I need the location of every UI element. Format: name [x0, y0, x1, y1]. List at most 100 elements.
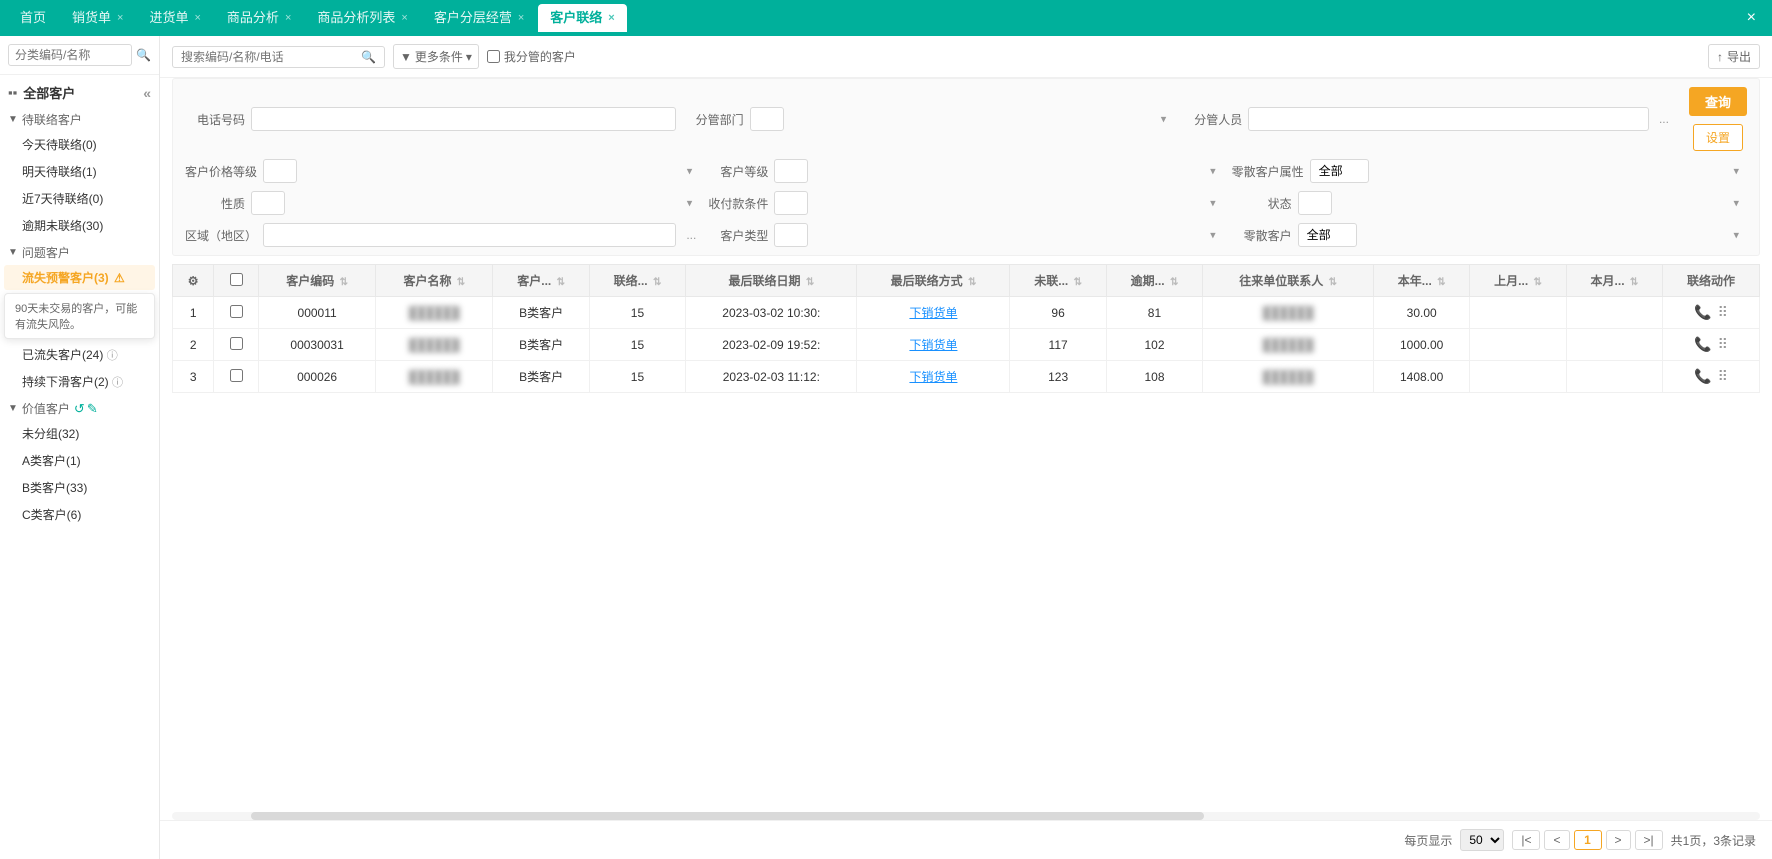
settings-button[interactable]: 设置: [1693, 124, 1743, 151]
scrollbar-thumb[interactable]: [251, 812, 1204, 820]
sidebar-item-churned[interactable]: 已流失客户(24) ⓘ: [4, 342, 155, 367]
region-more-icon[interactable]: ...: [682, 228, 700, 242]
edit-value-icon[interactable]: ✎: [87, 401, 98, 417]
close-customer-contact[interactable]: ×: [608, 4, 614, 32]
dept-select[interactable]: [750, 107, 784, 131]
my-customers-checkbox[interactable]: [487, 50, 500, 63]
more-conditions-btn[interactable]: ▼ 更多条件 ▾: [393, 44, 479, 69]
col-overdue[interactable]: 逾期... ⇅: [1106, 265, 1202, 297]
col-contact-count[interactable]: 联络... ⇅: [589, 265, 685, 297]
sidebar-search-icon[interactable]: 🔍: [136, 48, 151, 62]
phone-input[interactable]: [251, 107, 676, 131]
sidebar-item-today[interactable]: 今天待联络(0): [4, 132, 155, 157]
customer-type-select[interactable]: [774, 223, 808, 247]
col-code[interactable]: 客户编码 ⇅: [258, 265, 375, 297]
sort-contact-person-icon: ⇅: [1329, 277, 1337, 288]
sidebar-item-a-class[interactable]: A类客户(1): [4, 448, 155, 473]
tab-product-analysis-list[interactable]: 商品分析列表 ×: [305, 4, 419, 32]
my-customers-checkbox-label[interactable]: 我分管的客户: [487, 48, 576, 65]
sidebar-collapse-icon[interactable]: «: [143, 85, 151, 101]
close-customer-tier[interactable]: ×: [518, 4, 524, 32]
sidebar-item-churn-warning[interactable]: 流失预警客户(3) ⚠: [4, 265, 155, 290]
staff-input[interactable]: [1248, 107, 1649, 131]
next-page-btn[interactable]: >: [1606, 830, 1631, 850]
col-settings-btn[interactable]: ⚙: [173, 265, 214, 297]
close-all-tabs[interactable]: ×: [1739, 5, 1764, 31]
action-more-icon[interactable]: ⠿: [1718, 368, 1728, 385]
sort-overdue-icon: ⇅: [1170, 277, 1178, 288]
tab-product-analysis[interactable]: 商品分析 ×: [215, 4, 303, 32]
zero-attr-select[interactable]: 全部: [1310, 159, 1369, 183]
row-this-month: [1566, 361, 1662, 393]
row-last-method[interactable]: 下销货单: [857, 329, 1010, 361]
col-type[interactable]: 客户... ⇅: [493, 265, 589, 297]
arrow-problem: ▼: [8, 247, 18, 258]
close-purchase-order[interactable]: ×: [194, 4, 200, 32]
action-phone-icon[interactable]: 📞: [1694, 336, 1711, 353]
row-checkbox-1[interactable]: [230, 337, 243, 350]
row-checkbox-2[interactable]: [230, 369, 243, 382]
sidebar-search-input[interactable]: [8, 44, 132, 66]
col-contact-person[interactable]: 往来单位联系人 ⇅: [1203, 265, 1374, 297]
close-sales-order[interactable]: ×: [117, 4, 123, 32]
col-unlinked-days[interactable]: 未联... ⇅: [1010, 265, 1106, 297]
payment-select[interactable]: [774, 191, 808, 215]
close-product-analysis-list[interactable]: ×: [401, 4, 407, 32]
close-product-analysis[interactable]: ×: [285, 4, 291, 32]
sidebar-item-b-class[interactable]: B类客户(33): [4, 475, 155, 500]
action-phone-icon[interactable]: 📞: [1694, 304, 1711, 321]
page-size-select[interactable]: 50: [1460, 829, 1504, 851]
region-input[interactable]: [263, 223, 676, 247]
refresh-value-icon[interactable]: ↺: [74, 401, 85, 417]
status-select[interactable]: [1298, 191, 1332, 215]
tab-customer-contact[interactable]: 客户联络 ×: [538, 4, 626, 32]
row-checkbox-cell[interactable]: [214, 297, 259, 329]
nature-select[interactable]: [251, 191, 285, 215]
row-checkbox-cell[interactable]: [214, 361, 259, 393]
col-this-year[interactable]: 本年... ⇅: [1373, 265, 1469, 297]
tab-purchase-order[interactable]: 进货单 ×: [137, 4, 212, 32]
col-checkbox-all[interactable]: [214, 265, 259, 297]
sidebar-item-c-class[interactable]: C类客户(6): [4, 502, 155, 527]
price-level-select[interactable]: [263, 159, 297, 183]
export-button[interactable]: ↑ 导出: [1708, 44, 1760, 69]
tab-sales-order[interactable]: 销货单 ×: [60, 4, 135, 32]
sidebar-item-7days[interactable]: 近7天待联络(0): [4, 186, 155, 211]
first-page-btn[interactable]: |<: [1512, 830, 1540, 850]
col-last-date[interactable]: 最后联络日期 ⇅: [686, 265, 857, 297]
sidebar-item-declining[interactable]: 持续下滑客户(2) ⓘ: [4, 369, 155, 394]
last-page-btn[interactable]: >|: [1635, 830, 1663, 850]
sidebar-group-pending[interactable]: ▼ 待联络客户: [0, 106, 159, 131]
row-checkbox-cell[interactable]: [214, 329, 259, 361]
prev-page-btn[interactable]: <: [1544, 830, 1569, 850]
col-last-method[interactable]: 最后联络方式 ⇅: [857, 265, 1010, 297]
col-name[interactable]: 客户名称 ⇅: [376, 265, 493, 297]
horizontal-scrollbar[interactable]: [172, 812, 1760, 820]
sidebar-item-ungrouped[interactable]: 未分组(32): [4, 421, 155, 446]
row-last-method[interactable]: 下销货单: [857, 361, 1010, 393]
tab-customer-tier[interactable]: 客户分层经营 ×: [422, 4, 536, 32]
staff-field: 分管人员 ...: [1182, 107, 1673, 131]
filter-search-input[interactable]: [181, 50, 361, 64]
sidebar-group-value[interactable]: ▼ 价值客户 ↺ ✎: [0, 395, 159, 420]
sidebar-group-problem[interactable]: ▼ 问题客户: [0, 239, 159, 264]
staff-more-icon[interactable]: ...: [1655, 112, 1673, 126]
sidebar-root-header: ▪▪ 全部客户 «: [0, 75, 159, 106]
sidebar-item-tomorrow[interactable]: 明天待联络(1): [4, 159, 155, 184]
tab-home[interactable]: 首页: [8, 4, 58, 32]
filter-search-icon[interactable]: 🔍: [361, 50, 376, 64]
select-all-checkbox[interactable]: [230, 273, 243, 286]
action-phone-icon[interactable]: 📞: [1694, 368, 1711, 385]
row-last-method[interactable]: 下销货单: [857, 297, 1010, 329]
action-more-icon[interactable]: ⠿: [1718, 336, 1728, 353]
row-unlinked: 96: [1010, 297, 1106, 329]
action-more-icon[interactable]: ⠿: [1718, 304, 1728, 321]
col-this-month[interactable]: 本月... ⇅: [1566, 265, 1662, 297]
level-select[interactable]: [774, 159, 808, 183]
row-overdue: 81: [1106, 297, 1202, 329]
row-checkbox-0[interactable]: [230, 305, 243, 318]
zero-customer-select[interactable]: 全部: [1298, 223, 1357, 247]
query-button[interactable]: 查询: [1689, 87, 1747, 116]
col-last-month[interactable]: 上月... ⇅: [1470, 265, 1566, 297]
sidebar-item-overdue[interactable]: 逾期未联络(30): [4, 213, 155, 238]
